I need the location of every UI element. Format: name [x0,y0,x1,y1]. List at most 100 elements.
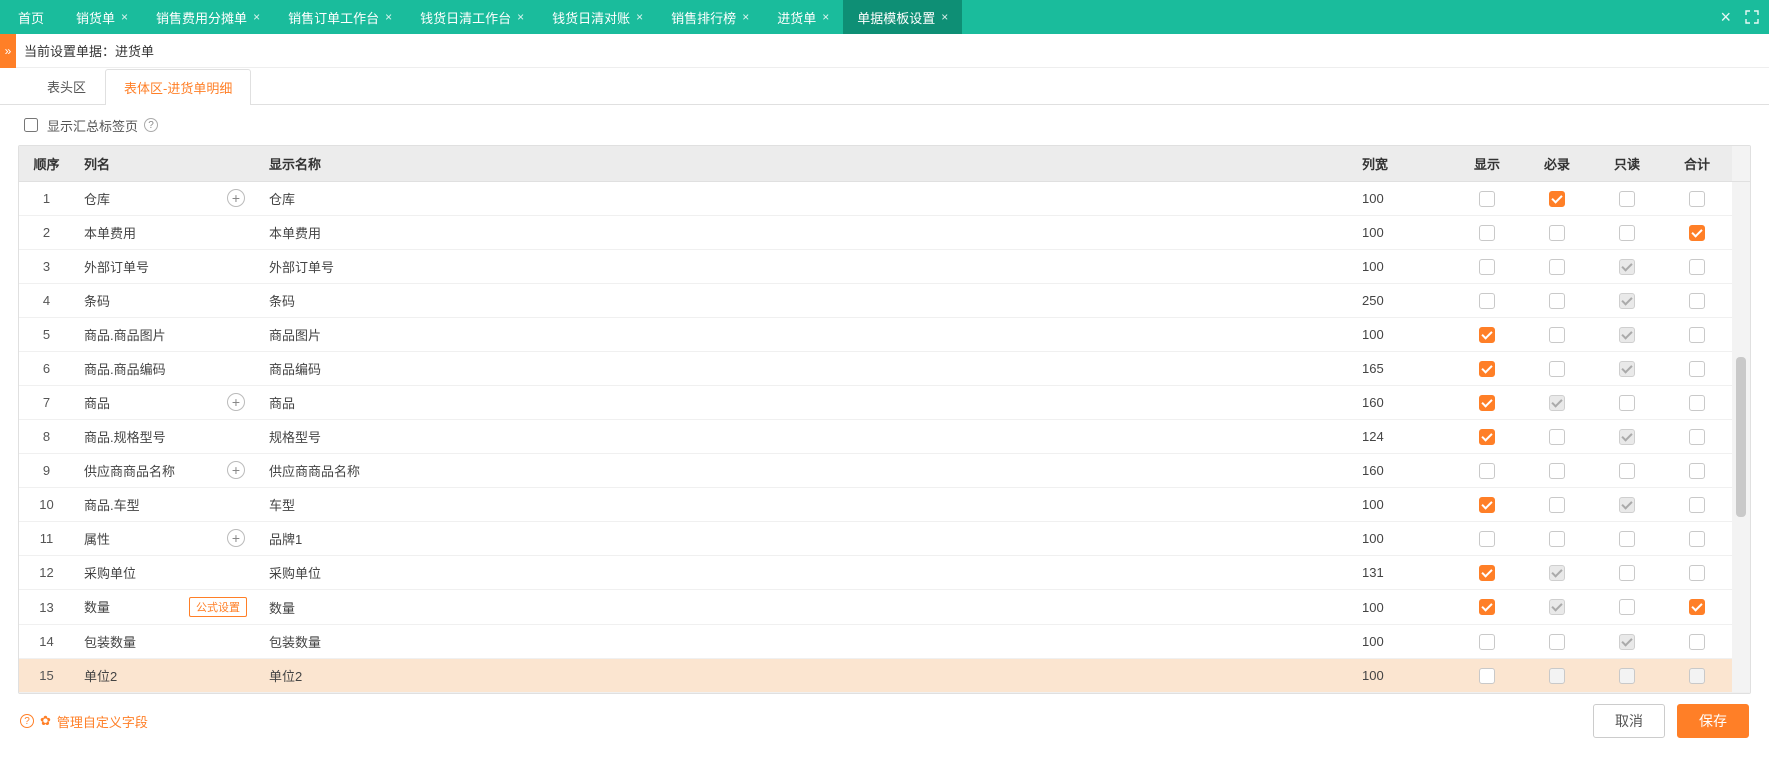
checkbox[interactable] [1619,599,1635,615]
table-row[interactable]: 3外部订单号外部订单号100 [19,250,1750,284]
add-icon[interactable]: + [227,529,245,547]
scrollbar[interactable] [1732,182,1750,693]
close-icon[interactable]: × [742,10,749,24]
footer-help-icon[interactable]: ? [20,714,34,728]
table-row[interactable]: 4条码条码250 [19,284,1750,318]
cell-display[interactable]: 采购单位 [259,556,1352,590]
cell-display[interactable]: 商品图片 [259,318,1352,352]
cell-display[interactable]: 包装数量 [259,625,1352,659]
close-icon[interactable]: × [253,10,260,24]
cell-width[interactable]: 160 [1352,386,1452,420]
cell-display[interactable]: 车型 [259,488,1352,522]
tab-5[interactable]: 销售排行榜× [657,0,763,34]
cell-width[interactable]: 124 [1352,420,1452,454]
tab-2[interactable]: 销售订单工作台× [274,0,406,34]
help-icon[interactable]: ? [144,118,158,132]
tab-1[interactable]: 销售费用分摊单× [142,0,274,34]
tab-7[interactable]: 单据模板设置× [843,0,962,34]
close-icon[interactable]: × [517,10,524,24]
close-icon[interactable]: × [941,10,948,24]
table-row[interactable]: 6商品.商品编码商品编码165 [19,352,1750,386]
checkbox[interactable] [1619,565,1635,581]
checkbox[interactable] [1479,497,1495,513]
cell-display[interactable]: 商品 [259,386,1352,420]
checkbox[interactable] [1689,599,1705,615]
section-tab-1[interactable]: 表体区-进货单明细 [105,69,251,105]
table-row[interactable]: 9供应商商品名称+供应商商品名称160 [19,454,1750,488]
checkbox[interactable] [1689,361,1705,377]
cell-display[interactable]: 仓库 [259,182,1352,216]
tab-4[interactable]: 钱货日清对账× [538,0,657,34]
table-row[interactable]: 11属性+品牌1100 [19,522,1750,556]
checkbox[interactable] [1549,429,1565,445]
cell-width[interactable]: 131 [1352,556,1452,590]
cell-width[interactable]: 100 [1352,625,1452,659]
checkbox[interactable] [1549,225,1565,241]
checkbox[interactable] [1479,361,1495,377]
cell-display[interactable]: 商品编码 [259,352,1352,386]
checkbox[interactable] [1689,225,1705,241]
manage-custom-fields-link[interactable]: 管理自定义字段 [57,712,148,731]
add-icon[interactable]: + [227,189,245,207]
close-icon[interactable]: × [822,10,829,24]
cell-width[interactable]: 100 [1352,182,1452,216]
checkbox[interactable] [1479,463,1495,479]
checkbox[interactable] [1689,634,1705,650]
checkbox[interactable] [1479,429,1495,445]
tab-3[interactable]: 钱货日清工作台× [406,0,538,34]
checkbox[interactable] [1689,497,1705,513]
cell-display[interactable]: 供应商商品名称 [259,454,1352,488]
add-icon[interactable]: + [227,461,245,479]
section-tab-0[interactable]: 表头区 [28,68,105,104]
checkbox[interactable] [1479,327,1495,343]
table-row[interactable]: 13数量公式设置数量100 [19,590,1750,625]
checkbox[interactable] [1549,634,1565,650]
checkbox[interactable] [1689,191,1705,207]
cell-width[interactable]: 100 [1352,522,1452,556]
cell-display[interactable]: 数量 [259,590,1352,625]
checkbox[interactable] [1479,668,1495,684]
expand-chevron-icon[interactable]: » [0,34,16,68]
checkbox[interactable] [1479,293,1495,309]
checkbox[interactable] [1549,327,1565,343]
summary-tab-checkbox[interactable] [24,118,38,132]
cell-display[interactable]: 条码 [259,284,1352,318]
checkbox[interactable] [1689,565,1705,581]
checkbox[interactable] [1619,395,1635,411]
checkbox[interactable] [1619,225,1635,241]
close-icon[interactable]: × [636,10,643,24]
checkbox[interactable] [1689,259,1705,275]
tab-0[interactable]: 销货单× [62,0,142,34]
checkbox[interactable] [1689,463,1705,479]
cell-display[interactable]: 品牌1 [259,522,1352,556]
checkbox[interactable] [1689,395,1705,411]
gear-icon[interactable]: ✿ [40,713,51,729]
tab-home[interactable]: 首页 [0,0,62,34]
table-row[interactable]: 10商品.车型车型100 [19,488,1750,522]
cell-width[interactable]: 100 [1352,488,1452,522]
close-all-icon[interactable]: × [1720,8,1731,26]
checkbox[interactable] [1479,634,1495,650]
cell-width[interactable]: 100 [1352,590,1452,625]
checkbox[interactable] [1689,327,1705,343]
table-row[interactable]: 15单位2单位2100 [19,659,1750,693]
table-row[interactable]: 12采购单位采购单位131 [19,556,1750,590]
checkbox[interactable] [1689,429,1705,445]
cancel-button[interactable]: 取消 [1593,704,1665,738]
checkbox[interactable] [1689,531,1705,547]
cell-width[interactable]: 250 [1352,284,1452,318]
close-icon[interactable]: × [385,10,392,24]
checkbox[interactable] [1549,463,1565,479]
checkbox[interactable] [1549,293,1565,309]
cell-display[interactable]: 规格型号 [259,420,1352,454]
tab-6[interactable]: 进货单× [763,0,843,34]
fullscreen-icon[interactable] [1745,10,1759,24]
checkbox[interactable] [1619,531,1635,547]
checkbox[interactable] [1479,225,1495,241]
checkbox[interactable] [1689,293,1705,309]
table-row[interactable]: 5商品.商品图片商品图片100 [19,318,1750,352]
formula-button[interactable]: 公式设置 [189,597,247,617]
table-row[interactable]: 8商品.规格型号规格型号124 [19,420,1750,454]
checkbox[interactable] [1479,565,1495,581]
save-button[interactable]: 保存 [1677,704,1749,738]
